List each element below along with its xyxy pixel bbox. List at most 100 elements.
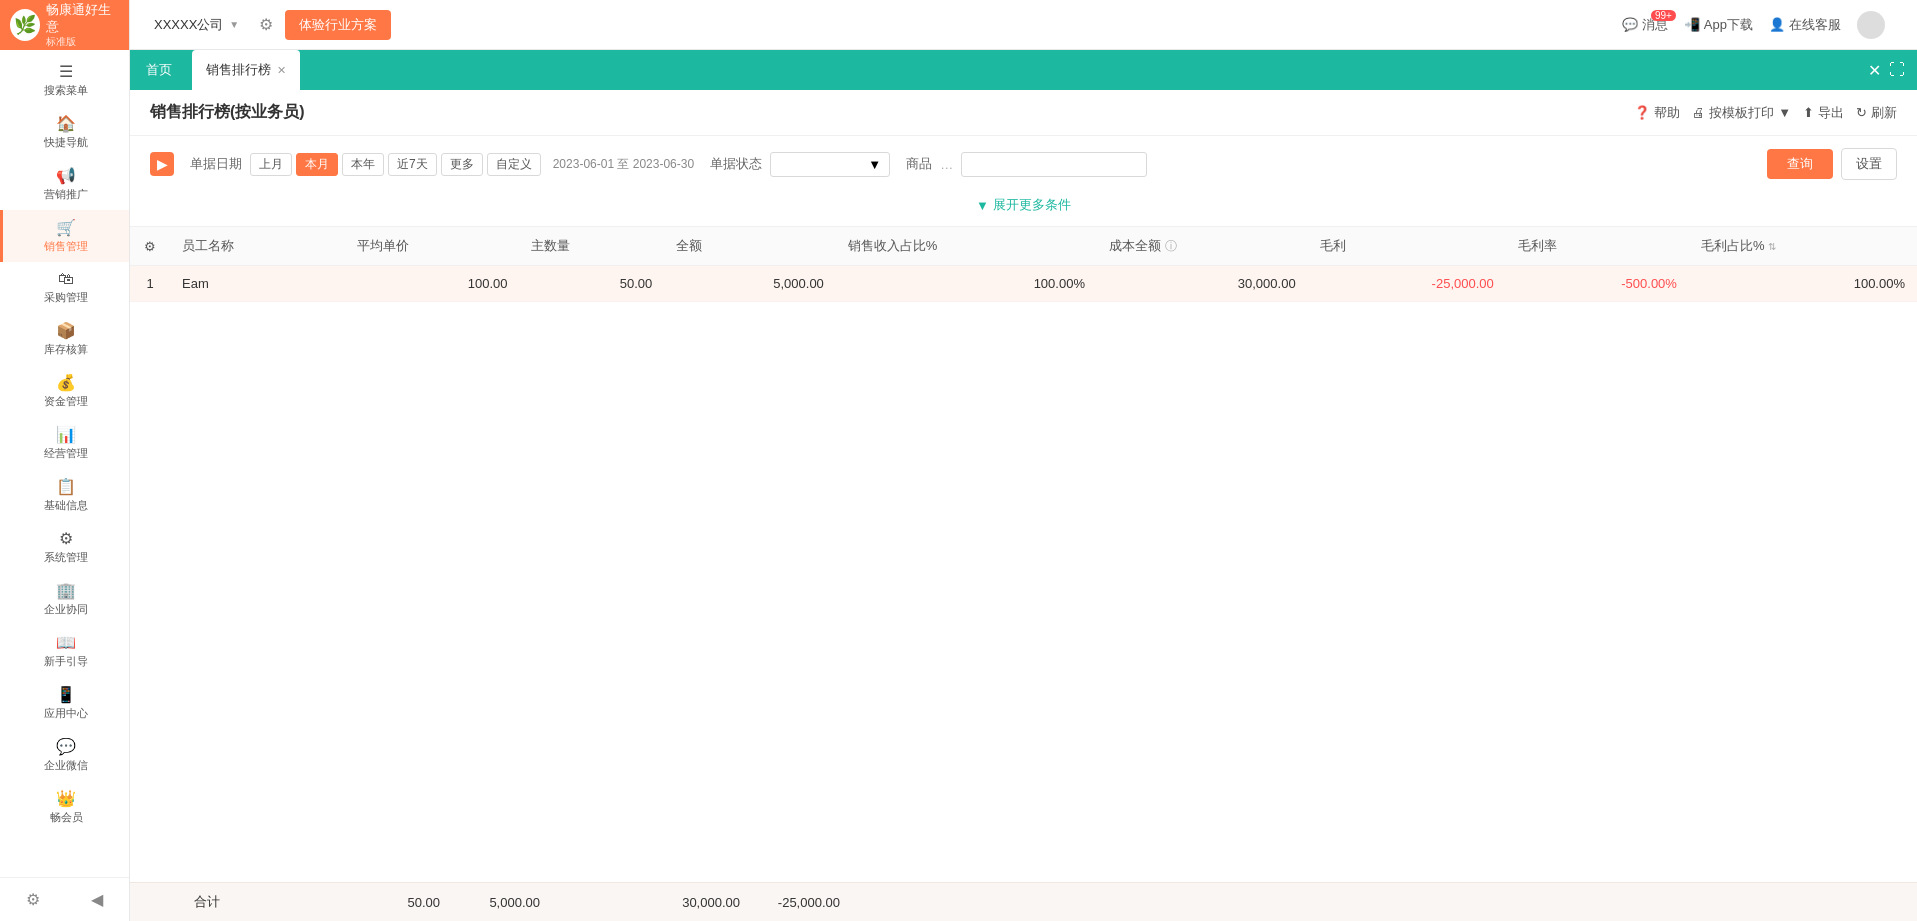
goods-more-icon[interactable]: … bbox=[940, 157, 953, 172]
sidebar-item-inventory[interactable]: 📦 库存核算 bbox=[0, 313, 129, 365]
footer-main-qty: 50.00 bbox=[372, 895, 452, 910]
sidebar-item-enterprise[interactable]: 🏢 企业协同 bbox=[0, 573, 129, 625]
sidebar-item-apps[interactable]: 📱 应用中心 bbox=[0, 677, 129, 729]
sidebar-item-sales[interactable]: 🛒 销售管理 bbox=[0, 210, 129, 262]
sidebar-item-basic[interactable]: 📋 基础信息 bbox=[0, 469, 129, 521]
sidebar-item-finance[interactable]: 💰 资金管理 bbox=[0, 365, 129, 417]
app-header: XXXXX公司 ▼ ⚙ 体验行业方案 💬 消息 99+ 📲 App下载 👤 在线… bbox=[130, 0, 1917, 50]
app-download-button[interactable]: 📲 App下载 bbox=[1684, 16, 1753, 34]
filter-right-buttons: 查询 设置 bbox=[1767, 148, 1897, 180]
sidebar-collapse-button[interactable]: ◀ bbox=[87, 886, 107, 913]
sidebar: 🌿 畅康通好生意 标准版 ☰ 搜索菜单 🏠 快捷导航 📢 营销推广 🛒 销售管理… bbox=[0, 0, 130, 921]
marketing-icon: 📢 bbox=[56, 166, 76, 185]
sidebar-settings-button[interactable]: ⚙ bbox=[22, 886, 44, 913]
export-button[interactable]: ⬆ 导出 bbox=[1803, 104, 1844, 122]
sales-pct-cell: 100.00% bbox=[836, 266, 1097, 302]
sidebar-item-search[interactable]: ☰ 搜索菜单 bbox=[0, 54, 129, 106]
header-right: 💬 消息 99+ 📲 App下载 👤 在线客服 bbox=[1622, 11, 1901, 39]
sidebar-item-guide[interactable]: 📖 新手引导 bbox=[0, 625, 129, 677]
filter-bar: ▶ 单据日期 上月 本月 本年 近7天 更多 自定义 2023-06-01 至 … bbox=[130, 136, 1917, 227]
footer-cost: 30,000.00 bbox=[652, 895, 752, 910]
avg-price-cell: 100.00 bbox=[345, 266, 520, 302]
trial-button[interactable]: 体验行业方案 bbox=[285, 10, 391, 40]
sidebar-item-operation[interactable]: 📊 经营管理 bbox=[0, 417, 129, 469]
logo-text: 畅康通好生意 标准版 bbox=[46, 2, 119, 49]
sidebar-item-purchase[interactable]: 🛍 采购管理 bbox=[0, 262, 129, 313]
tab-bar: 首页 销售排行榜 ✕ ✕ ⛶ bbox=[130, 50, 1917, 90]
this-month-btn[interactable]: 本月 bbox=[296, 153, 338, 176]
print-button[interactable]: 🖨 按模板打印 ▼ bbox=[1692, 104, 1791, 122]
print-dropdown-icon: ▼ bbox=[1778, 105, 1791, 120]
user-avatar[interactable] bbox=[1857, 11, 1885, 39]
app-download-icon: 📲 bbox=[1684, 17, 1700, 32]
help-icon: ❓ bbox=[1634, 105, 1650, 120]
col-avg-price: 平均单价 bbox=[345, 227, 520, 266]
filter-expand-arrow[interactable]: ▶ bbox=[150, 152, 174, 176]
app-download-label: App下载 bbox=[1704, 16, 1753, 34]
page-actions: ❓ 帮助 🖨 按模板打印 ▼ ⬆ 导出 ↻ 刷新 bbox=[1634, 104, 1897, 122]
footer-label: 合计 bbox=[182, 893, 282, 911]
employee-name-cell: Eam bbox=[170, 266, 345, 302]
operation-icon: 📊 bbox=[56, 425, 76, 444]
col-settings[interactable]: ⚙ bbox=[130, 227, 170, 266]
query-button[interactable]: 查询 bbox=[1767, 149, 1833, 179]
status-filter: 单据状态 ▼ bbox=[710, 152, 890, 177]
status-select[interactable]: ▼ bbox=[770, 152, 890, 177]
last-7-days-btn[interactable]: 近7天 bbox=[388, 153, 437, 176]
custom-btn[interactable]: 自定义 bbox=[487, 153, 541, 176]
sidebar-item-member[interactable]: 👑 畅会员 bbox=[0, 781, 129, 833]
sidebar-item-system[interactable]: ⚙ 系统管理 bbox=[0, 521, 129, 573]
profit-pct-sort-icon[interactable]: ⇅ bbox=[1768, 241, 1776, 252]
col-sales-pct: 销售收入占比% bbox=[836, 227, 1097, 266]
this-year-btn[interactable]: 本年 bbox=[342, 153, 384, 176]
online-service-button[interactable]: 👤 在线客服 bbox=[1769, 16, 1841, 34]
table-header: ⚙ 员工名称 平均单价 主数量 全额 销售收入占比% 成本全额 ⓘ 毛利 毛利率… bbox=[130, 227, 1917, 266]
expand-more-button[interactable]: ▼ 展开更多条件 bbox=[976, 196, 1071, 214]
data-table-container: ⚙ 员工名称 平均单价 主数量 全额 销售收入占比% 成本全额 ⓘ 毛利 毛利率… bbox=[130, 227, 1917, 882]
col-profit: 毛利 bbox=[1308, 227, 1506, 266]
help-button[interactable]: ❓ 帮助 bbox=[1634, 104, 1680, 122]
sales-icon: 🛒 bbox=[56, 218, 76, 237]
main-content: XXXXX公司 ▼ ⚙ 体验行业方案 💬 消息 99+ 📲 App下载 👤 在线… bbox=[130, 0, 1917, 921]
purchase-icon: 🛍 bbox=[58, 270, 74, 288]
table-footer: 合计 50.00 5,000.00 30,000.00 -25,000.00 bbox=[130, 882, 1917, 921]
col-cost: 成本全额 ⓘ bbox=[1097, 227, 1308, 266]
tab-home[interactable]: 首页 bbox=[130, 50, 188, 90]
last-month-btn[interactable]: 上月 bbox=[250, 153, 292, 176]
tab-close-icon[interactable]: ✕ bbox=[277, 64, 286, 77]
finance-icon: 💰 bbox=[56, 373, 76, 392]
message-badge: 99+ bbox=[1651, 10, 1676, 21]
sidebar-bottom: ⚙ ◀ bbox=[0, 877, 129, 921]
status-dropdown-icon: ▼ bbox=[868, 157, 881, 172]
header-settings-icon[interactable]: ⚙ bbox=[259, 15, 273, 34]
service-label: 在线客服 bbox=[1789, 16, 1841, 34]
main-qty-cell: 50.00 bbox=[519, 266, 664, 302]
refresh-button[interactable]: ↻ 刷新 bbox=[1856, 104, 1897, 122]
enterprise-icon: 🏢 bbox=[56, 581, 76, 600]
app-logo: 🌿 畅康通好生意 标准版 bbox=[0, 0, 129, 50]
tab-sales-ranking[interactable]: 销售排行榜 ✕ bbox=[192, 50, 300, 90]
message-button[interactable]: 💬 消息 99+ bbox=[1622, 16, 1668, 34]
apps-icon: 📱 bbox=[56, 685, 76, 704]
tab-minimize-icon[interactable]: ✕ bbox=[1868, 61, 1881, 80]
goods-input[interactable] bbox=[961, 152, 1147, 177]
company-name: XXXXX公司 bbox=[154, 16, 223, 34]
cost-info-icon[interactable]: ⓘ bbox=[1165, 239, 1177, 253]
more-btn[interactable]: 更多 bbox=[441, 153, 483, 176]
col-employee-name: 员工名称 bbox=[170, 227, 345, 266]
cost-cell: 30,000.00 bbox=[1097, 266, 1308, 302]
status-label: 单据状态 bbox=[710, 155, 762, 173]
page-header: 销售排行榜(按业务员) ❓ 帮助 🖨 按模板打印 ▼ ⬆ 导出 ↻ 刷新 bbox=[130, 90, 1917, 136]
tab-expand-icon[interactable]: ⛶ bbox=[1889, 61, 1905, 79]
filter-row-1: ▶ 单据日期 上月 本月 本年 近7天 更多 自定义 2023-06-01 至 … bbox=[150, 148, 1897, 180]
page-content: 销售排行榜(按业务员) ❓ 帮助 🖨 按模板打印 ▼ ⬆ 导出 ↻ 刷新 bbox=[130, 90, 1917, 921]
sidebar-item-marketing[interactable]: 📢 营销推广 bbox=[0, 158, 129, 210]
home-icon: 🏠 bbox=[56, 114, 76, 133]
amount-cell: 5,000.00 bbox=[664, 266, 836, 302]
filter-settings-button[interactable]: 设置 bbox=[1841, 148, 1897, 180]
sidebar-item-quick-nav[interactable]: 🏠 快捷导航 bbox=[0, 106, 129, 158]
company-selector[interactable]: XXXXX公司 ▼ bbox=[146, 12, 247, 38]
system-icon: ⚙ bbox=[59, 529, 73, 548]
sidebar-item-wechat[interactable]: 💬 企业微信 bbox=[0, 729, 129, 781]
date-buttons: 上月 本月 本年 近7天 更多 自定义 bbox=[250, 153, 541, 176]
